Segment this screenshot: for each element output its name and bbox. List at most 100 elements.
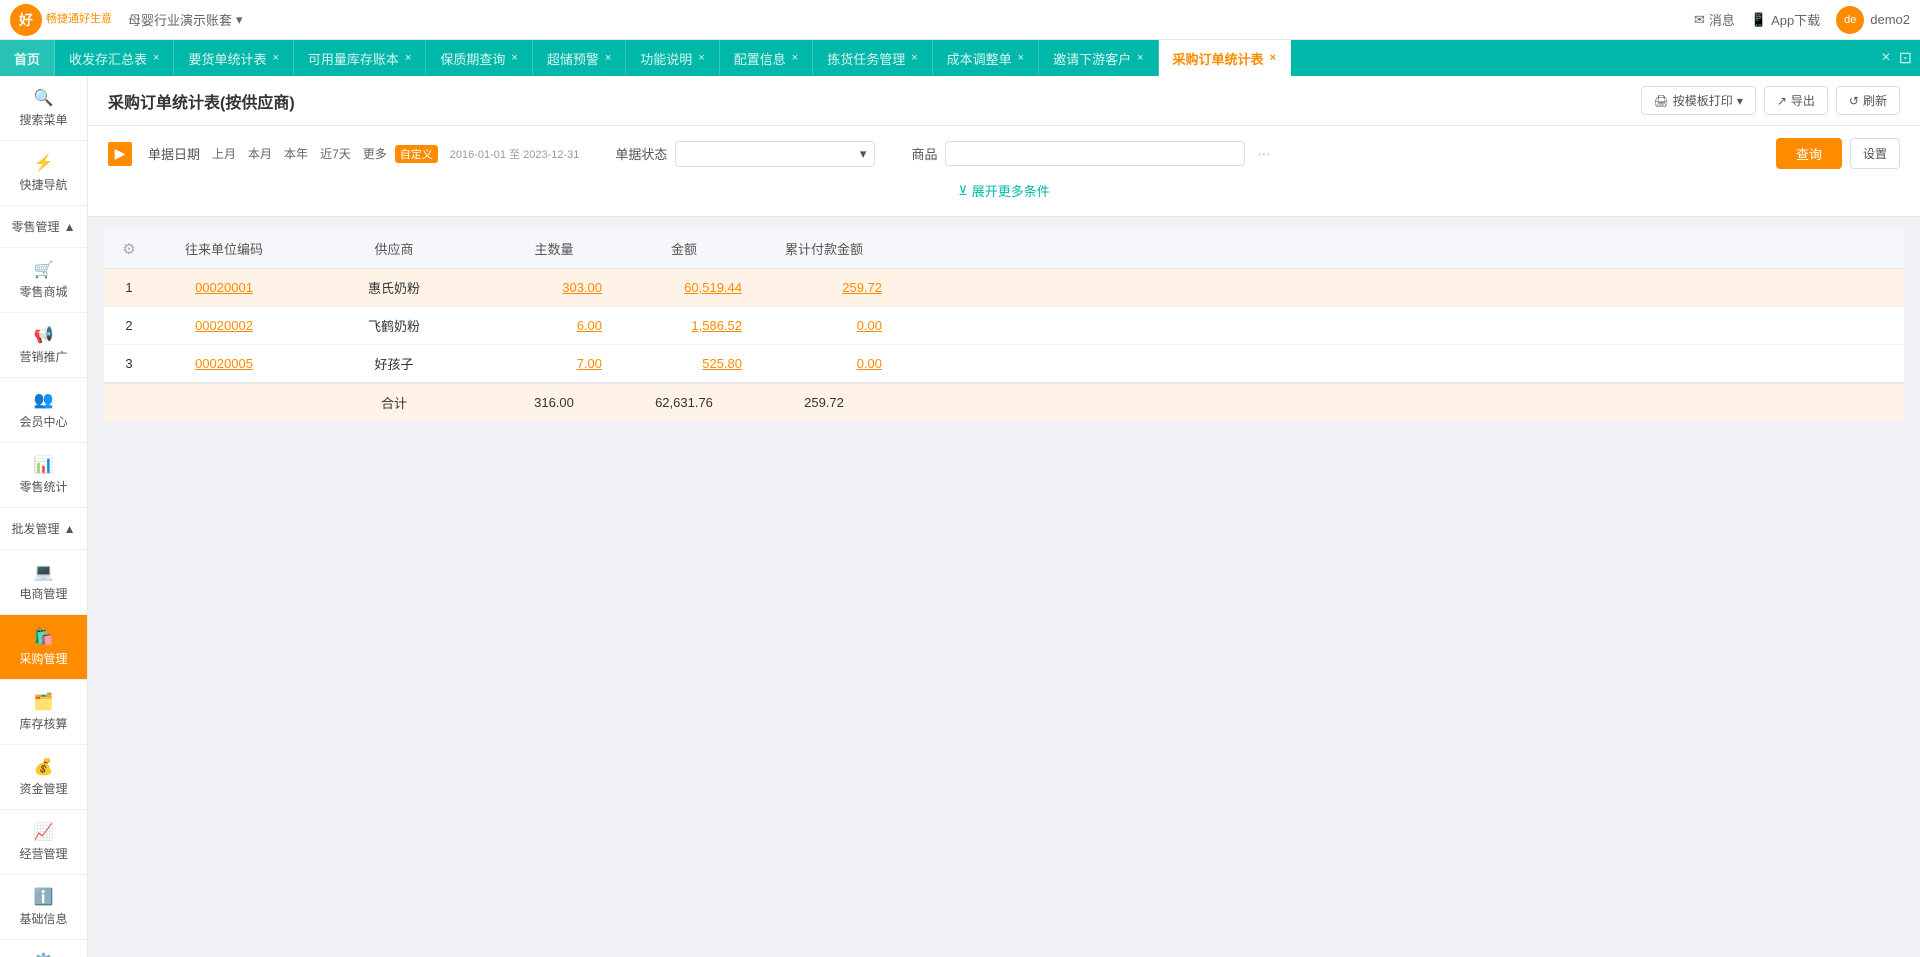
sidebar-item-member[interactable]: 👥 会员中心: [0, 378, 87, 443]
row2-code[interactable]: 00020002: [154, 307, 294, 345]
nav-tab-shoufacun[interactable]: 收发存汇总表 ×: [55, 40, 174, 76]
tab-close-icon[interactable]: ×: [1018, 52, 1024, 64]
tab-label: 邀请下游客户: [1053, 49, 1131, 68]
nav-tab-baozhi[interactable]: 保质期查询 ×: [426, 40, 532, 76]
member-icon: 👥: [34, 390, 54, 410]
tab-close-icon[interactable]: ×: [272, 52, 278, 64]
user-section[interactable]: de demo2: [1836, 6, 1910, 34]
close-all-icon[interactable]: ×: [1881, 49, 1890, 67]
query-button[interactable]: 查询: [1776, 138, 1842, 169]
collapse-filter-button[interactable]: ▶: [108, 142, 132, 166]
export-button[interactable]: ↗ 导出: [1764, 86, 1828, 115]
sidebar-item-finance[interactable]: 💰 资金管理: [0, 745, 87, 810]
filter-area: ▶ 单据日期 上月 本月 本年 近7天 更多 自定义 2016-01-01 至 …: [88, 126, 1920, 217]
footer-amount: 62,631.76: [614, 383, 754, 422]
sidebar-item-basicinfo[interactable]: ℹ️ 基础信息: [0, 875, 87, 940]
logo-icon: 好: [10, 4, 42, 36]
nav-tab-yaoqing[interactable]: 邀请下游客户 ×: [1039, 40, 1158, 76]
shortcut-this-month[interactable]: 本月: [244, 143, 276, 164]
row2-paid[interactable]: 0.00: [754, 307, 894, 345]
shortcut-more[interactable]: 更多: [359, 143, 391, 164]
sidebar-label-marketing: 营销推广: [19, 348, 67, 365]
row3-qty[interactable]: 7.00: [494, 345, 614, 384]
row3-amount[interactable]: 525.80: [614, 345, 754, 384]
goods-filter-group: 商品 ···: [911, 141, 1270, 166]
sidebar-label-finance: 资金管理: [19, 780, 67, 797]
status-select[interactable]: ▾: [675, 141, 875, 167]
nav-tab-peizhi[interactable]: 配置信息 ×: [720, 40, 813, 76]
expand-conditions-button[interactable]: ⊻ 展开更多条件: [950, 177, 1058, 204]
nav-tab-chengben[interactable]: 成本调整单 ×: [933, 40, 1039, 76]
row1-amount[interactable]: 60,519.44: [614, 269, 754, 307]
row2-qty[interactable]: 6.00: [494, 307, 614, 345]
shortcut-this-year[interactable]: 本年: [280, 143, 312, 164]
nav-tab-home[interactable]: 首页: [0, 40, 55, 76]
sidebar-item-operations[interactable]: 📈 经营管理: [0, 810, 87, 875]
row3-paid[interactable]: 0.00: [754, 345, 894, 384]
tab-close-icon[interactable]: ×: [153, 52, 159, 64]
row3-supplier: 好孩子: [294, 345, 494, 384]
status-filter-group: 单据状态 ▾: [615, 141, 875, 167]
sidebar-item-wholesale[interactable]: 批发管理 ▲: [0, 508, 87, 550]
sidebar-item-retail-mgmt[interactable]: 零售管理 ▲: [0, 206, 87, 248]
sidebar-item-inventory[interactable]: 🗂️ 库存核算: [0, 680, 87, 745]
row1-code[interactable]: 00020001: [154, 269, 294, 307]
purchase-icon: 🛍️: [34, 627, 54, 647]
refresh-button[interactable]: ↺ 刷新: [1836, 86, 1900, 115]
sidebar-item-quicknav[interactable]: ⚡ 快捷导航: [0, 141, 87, 206]
tab-close-icon[interactable]: ×: [792, 52, 798, 64]
quicknav-icon: ⚡: [34, 153, 54, 173]
print-button[interactable]: 🖨 按模板打印 ▾: [1641, 86, 1756, 115]
tab-close-icon[interactable]: ×: [1137, 52, 1143, 64]
printer-icon: 🖨: [1654, 94, 1669, 108]
row2-amount[interactable]: 1,586.52: [614, 307, 754, 345]
message-button[interactable]: ✉ 消息: [1694, 10, 1735, 29]
refresh-label: 刷新: [1863, 92, 1887, 109]
tab-close-icon[interactable]: ×: [605, 52, 611, 64]
shortcut-7days[interactable]: 近7天: [316, 143, 355, 164]
sidebar-item-ecommerce[interactable]: 💻 电商管理: [0, 550, 87, 615]
goods-input[interactable]: [945, 141, 1245, 166]
workspace-selector[interactable]: 母婴行业演示账套 ▾: [120, 10, 251, 29]
tab-close-icon[interactable]: ×: [1270, 52, 1276, 64]
finance-icon: 💰: [34, 757, 54, 777]
row1-paid[interactable]: 259.72: [754, 269, 894, 307]
sidebar-item-system[interactable]: ⚙️ 系统管理: [0, 940, 87, 957]
sidebar-item-search[interactable]: 🔍 搜索菜单: [0, 76, 87, 141]
shortcut-last-month[interactable]: 上月: [208, 143, 240, 164]
settings-button[interactable]: 设置: [1850, 138, 1900, 169]
nav-tab-jianhuo[interactable]: 拣货任务管理 ×: [813, 40, 932, 76]
nav-tab-caigou-active[interactable]: 采购订单统计表 ×: [1159, 40, 1291, 76]
tab-close-icon[interactable]: ×: [405, 52, 411, 64]
filter-row: ▶ 单据日期 上月 本月 本年 近7天 更多 自定义 2016-01-01 至 …: [108, 138, 1900, 169]
nav-tab-keyongliang[interactable]: 可用量库存账本 ×: [294, 40, 426, 76]
app-download-button[interactable]: 📱 App下载: [1751, 10, 1820, 29]
sidebar-item-retail-shop[interactable]: 🛒 零售商城: [0, 248, 87, 313]
sidebar-item-purchase[interactable]: 🛍️ 采购管理: [0, 615, 87, 680]
sidebar-label-wholesale: 批发管理: [12, 520, 60, 537]
message-icon: ✉: [1694, 12, 1705, 28]
restore-icon[interactable]: ⊡: [1899, 48, 1912, 68]
table-row: 2 00020002 飞鹤奶粉 6.00 1,586.52 0.00: [104, 307, 1904, 345]
tab-close-icon[interactable]: ×: [511, 52, 517, 64]
sidebar-label-member: 会员中心: [19, 413, 67, 430]
sidebar-item-retail-stats[interactable]: 📊 零售统计: [0, 443, 87, 508]
tab-close-icon[interactable]: ×: [698, 52, 704, 64]
nav-tab-yaohuo[interactable]: 要货单统计表 ×: [174, 40, 293, 76]
expand-icon: ⊻: [958, 183, 968, 199]
row1-qty[interactable]: 303.00: [494, 269, 614, 307]
nav-tab-controls: × ⊡: [1881, 48, 1920, 68]
row3-code[interactable]: 00020005: [154, 345, 294, 384]
logo-text: 畅捷通好生意: [46, 13, 112, 26]
tab-close-icon[interactable]: ×: [911, 52, 917, 64]
sidebar-item-marketing[interactable]: 📢 营销推广: [0, 313, 87, 378]
refresh-icon: ↺: [1849, 94, 1859, 108]
workspace-arrow-icon: ▾: [236, 12, 243, 28]
goods-more-icon[interactable]: ···: [1257, 146, 1270, 161]
th-extra: [894, 229, 1904, 269]
top-bar: 好 畅捷通好生意 母婴行业演示账套 ▾ ✉ 消息 📱 App下载 de demo…: [0, 0, 1920, 40]
nav-tab-gongneng[interactable]: 功能说明 ×: [626, 40, 719, 76]
row3-extra: [894, 345, 1904, 384]
nav-tab-chaochuyujing[interactable]: 超储预警 ×: [533, 40, 626, 76]
column-settings-icon[interactable]: ⚙: [122, 241, 135, 258]
